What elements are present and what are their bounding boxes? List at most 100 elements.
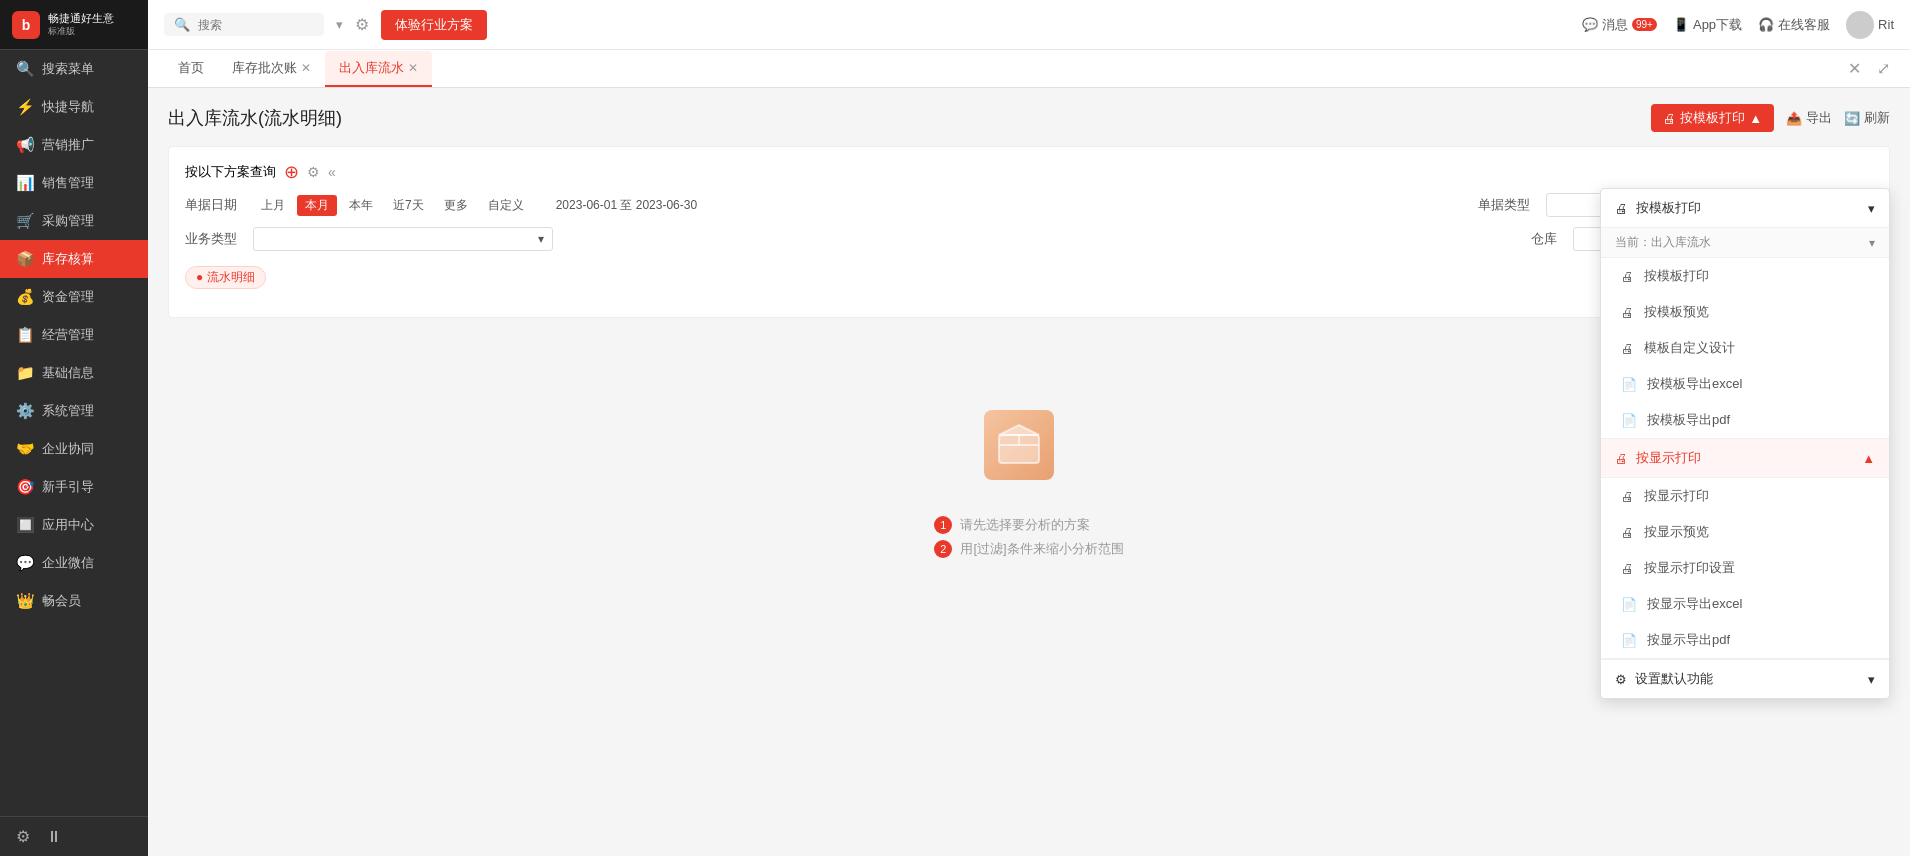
refresh-button[interactable]: 🔄 刷新 (1844, 109, 1890, 127)
sidebar-item-enterprise[interactable]: 🤝 企业协同 (0, 430, 148, 468)
sidebar-item-finance[interactable]: 💰 资金管理 (0, 278, 148, 316)
display-export-excel-item[interactable]: 📄 按显示导出excel (1601, 586, 1889, 622)
printer-section-icon: 🖨 (1615, 201, 1628, 216)
sidebar-item-guide[interactable]: 🎯 新手引导 (0, 468, 148, 506)
template-export-excel-item[interactable]: 📄 按模板导出excel (1601, 366, 1889, 402)
sidebar-item-operations[interactable]: 📋 经营管理 (0, 316, 148, 354)
display-print-section-header[interactable]: 🖨 按显示打印 ▲ (1601, 439, 1889, 478)
page-title: 出入库流水(流水明细) (168, 106, 342, 130)
handshake-icon: 🤝 (16, 440, 34, 458)
display-settings-item[interactable]: 🖨 按显示打印设置 (1601, 550, 1889, 586)
filter-header: 按以下方案查询 ⊕ ⚙ « (185, 161, 1873, 183)
date-tab-custom[interactable]: 自定义 (480, 195, 532, 216)
filter-collapse-icon[interactable]: « (328, 164, 336, 180)
money-icon: 💰 (16, 288, 34, 306)
page-header: 出入库流水(流水明细) 🖨 按模板打印 ▲ 📤 导出 🔄 刷新 (168, 104, 1890, 132)
avatar (1846, 11, 1874, 39)
filter-settings-icon[interactable]: ⚙ (307, 164, 320, 180)
tab-batch-account[interactable]: 库存批次账 ✕ (218, 51, 325, 87)
display-excel-icon: 📄 (1621, 597, 1637, 612)
template-custom-label: 模板自定义设计 (1644, 339, 1735, 357)
template-print-button[interactable]: 🖨 按模板打印 ▲ (1651, 104, 1774, 132)
maximize-icon[interactable]: ⤢ (1873, 55, 1894, 82)
display-print-label: 按显示打印 (1644, 487, 1709, 505)
template-preview-item[interactable]: 🖨 按模板预览 (1601, 294, 1889, 330)
sidebar-item-sales[interactable]: 📊 销售管理 (0, 164, 148, 202)
collapse-sidebar-icon[interactable]: ⏸ (46, 828, 62, 846)
sidebar-item-wechat[interactable]: 💬 企业微信 (0, 544, 148, 582)
close-all-icon[interactable]: ✕ (1844, 55, 1865, 82)
tab-flow-close-icon[interactable]: ✕ (408, 61, 418, 75)
sidebar-item-label: 企业协同 (42, 440, 94, 458)
date-tab-this-month[interactable]: 本月 (297, 195, 337, 216)
display-preview-item[interactable]: 🖨 按显示预览 (1601, 514, 1889, 550)
set-default-button[interactable]: ⚙ 设置默认功能 ▾ (1601, 659, 1889, 698)
headset-icon: 🎧 (1758, 17, 1774, 32)
sidebar-item-member[interactable]: 👑 畅会员 (0, 582, 148, 620)
template-export-pdf-item[interactable]: 📄 按模板导出pdf (1601, 402, 1889, 438)
sidebar-item-basic-info[interactable]: 📁 基础信息 (0, 354, 148, 392)
sidebar-item-label: 畅会员 (42, 592, 81, 610)
sidebar-item-app-center[interactable]: 🔲 应用中心 (0, 506, 148, 544)
sidebar-item-label: 快捷导航 (42, 98, 94, 116)
chevron-down-icon: ▾ (1868, 201, 1875, 216)
display-preview-icon: 🖨 (1621, 525, 1634, 540)
template-print-section-header[interactable]: 🖨 按模板打印 ▾ (1601, 189, 1889, 228)
export-button[interactable]: 📤 导出 (1786, 109, 1832, 127)
sidebar-item-quick-nav[interactable]: ⚡ 快捷导航 (0, 88, 148, 126)
template-custom-item[interactable]: 🖨 模板自定义设计 (1601, 330, 1889, 366)
sidebar-item-search[interactable]: 🔍 搜索菜单 (0, 50, 148, 88)
sidebar-item-purchase[interactable]: 🛒 采购管理 (0, 202, 148, 240)
sidebar-item-system[interactable]: ⚙️ 系统管理 (0, 392, 148, 430)
display-export-pdf-item[interactable]: 📄 按显示导出pdf (1601, 622, 1889, 658)
industry-solution-button[interactable]: 体验行业方案 (381, 10, 487, 40)
display-export-excel-label: 按显示导出excel (1647, 595, 1742, 613)
tab-flow-label: 出入库流水 (339, 59, 404, 77)
tag-label: 流水明细 (207, 269, 255, 286)
biz-type-select[interactable]: ▾ (253, 227, 553, 251)
app-download-button[interactable]: 📱 App下载 (1673, 16, 1742, 34)
sidebar: b 畅捷通好生意 标准版 🔍 搜索菜单 ⚡ 快捷导航 📢 营销推广 📊 销售管理… (0, 0, 148, 856)
doc-type-label: 单据类型 (1478, 196, 1530, 214)
sidebar-item-inventory[interactable]: 📦 库存核算 (0, 240, 148, 278)
biz-type-dropdown-icon: ▾ (538, 232, 544, 246)
customer-service-button[interactable]: 🎧 在线客服 (1758, 16, 1830, 34)
tab-home[interactable]: 首页 (164, 51, 218, 87)
flow-detail-tag[interactable]: ● 流水明细 (185, 266, 266, 289)
grid-icon: 🔲 (16, 516, 34, 534)
display-section-label: 按显示打印 (1636, 449, 1701, 467)
settings-bottom-icon[interactable]: ⚙ (16, 827, 30, 846)
search-icon: 🔍 (16, 60, 34, 78)
chevron-up-icon: ▲ (1749, 111, 1762, 126)
default-chevron-icon: ▾ (1868, 672, 1875, 687)
settings-icon[interactable]: ⚙ (355, 15, 369, 34)
chevron-up-display-icon: ▲ (1862, 451, 1875, 466)
logo-badge: 标准版 (48, 25, 114, 38)
message-icon: 💬 (1582, 17, 1598, 32)
username-label: Rit (1878, 17, 1894, 32)
date-tab-last-month[interactable]: 上月 (253, 195, 293, 216)
date-range-display: 2023-06-01 至 2023-06-30 (556, 197, 697, 214)
sidebar-item-marketing[interactable]: 📢 营销推广 (0, 126, 148, 164)
display-print-item[interactable]: 🖨 按显示打印 (1601, 478, 1889, 514)
template-current-label: 出入库流水 (1651, 234, 1711, 251)
search-input[interactable] (198, 18, 298, 32)
search-box[interactable]: 🔍 (164, 13, 324, 36)
printer-custom-icon: 🖨 (1621, 341, 1634, 356)
template-print-item[interactable]: 🖨 按模板打印 (1601, 258, 1889, 294)
user-menu-button[interactable]: Rit (1846, 11, 1894, 39)
add-filter-icon[interactable]: ⊕ (284, 161, 299, 183)
step-2-text: 用[过滤]条件来缩小分析范围 (960, 540, 1123, 558)
dropdown-icon[interactable]: ▾ (336, 17, 343, 32)
date-tab-more[interactable]: 更多 (436, 195, 476, 216)
clipboard-icon: 📋 (16, 326, 34, 344)
tab-flow[interactable]: 出入库流水 ✕ (325, 51, 432, 87)
box-icon: 📦 (16, 250, 34, 268)
step-1-text: 请先选择要分析的方案 (960, 516, 1090, 534)
date-tab-this-year[interactable]: 本年 (341, 195, 381, 216)
date-tab-7days[interactable]: 近7天 (385, 195, 432, 216)
excel-icon: 📄 (1621, 377, 1637, 392)
message-button[interactable]: 💬 消息 99+ (1582, 16, 1657, 34)
tab-batch-close-icon[interactable]: ✕ (301, 61, 311, 75)
sidebar-bottom: ⚙ ⏸ (0, 816, 148, 856)
